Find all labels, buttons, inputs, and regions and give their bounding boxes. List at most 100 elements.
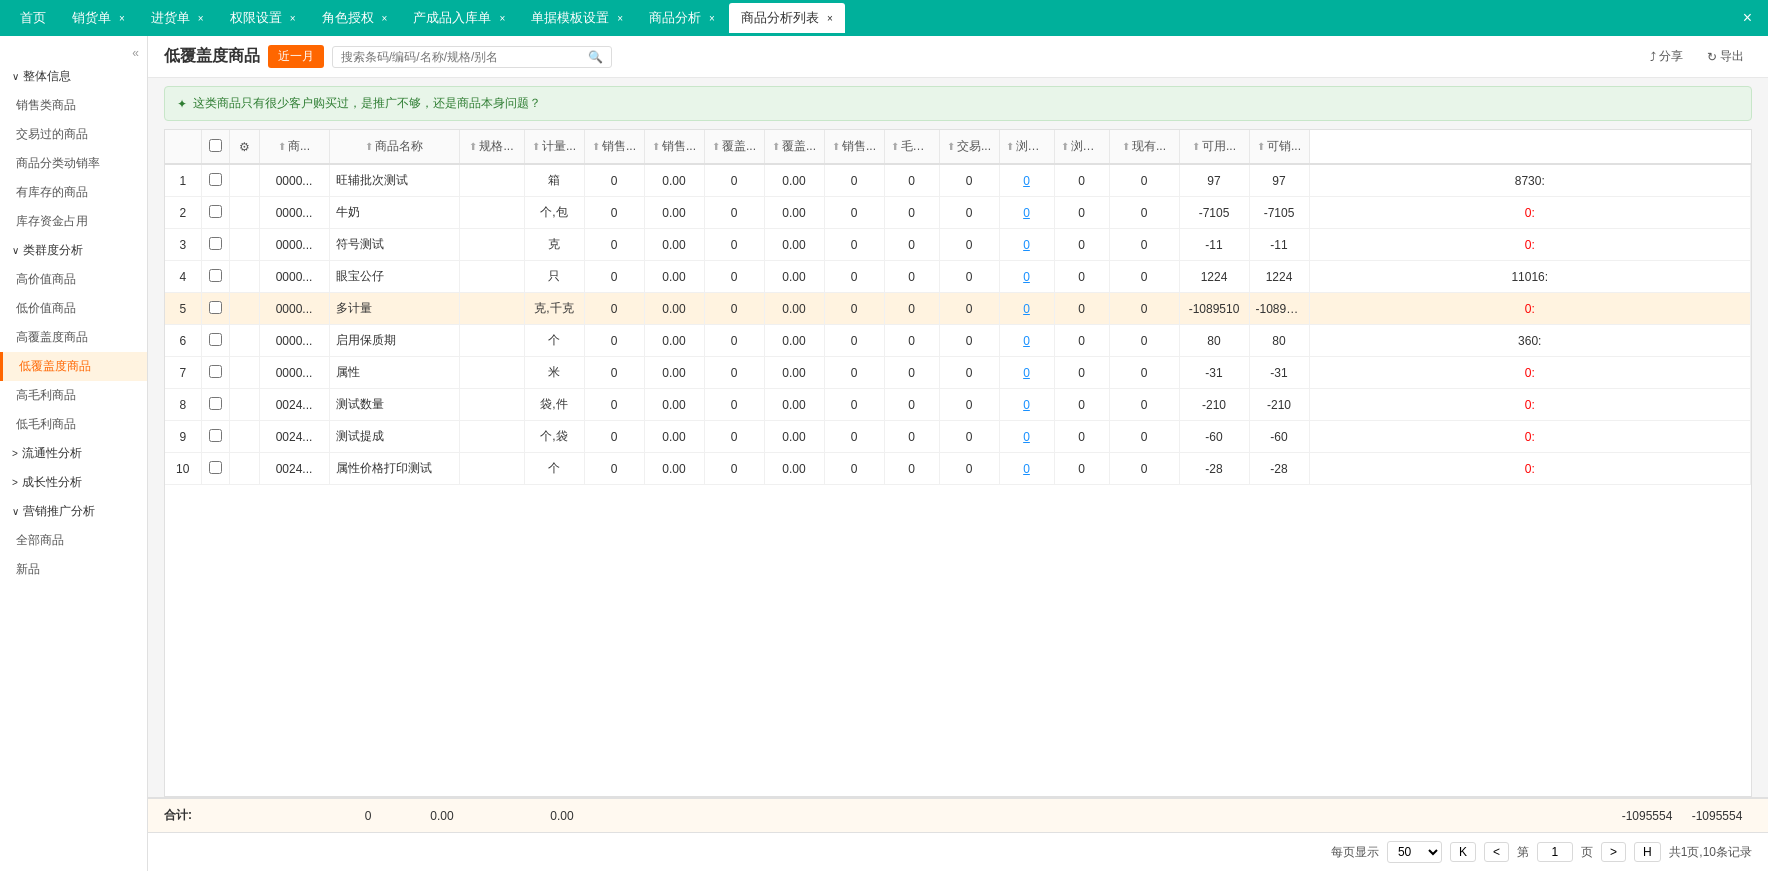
table-row: 10000...旺辅批次测试箱00.0000.0000000097978730: <box>165 164 1751 197</box>
close-icon[interactable]: × <box>709 13 715 24</box>
sidebar-section-overall[interactable]: ∨ 整体信息 <box>0 62 147 91</box>
nav-item-roles[interactable]: 角色授权 × <box>310 3 400 33</box>
row-checkbox[interactable] <box>209 333 222 346</box>
total-available: -1095554 <box>1682 809 1752 823</box>
page-size-label: 每页显示 <box>1331 844 1379 861</box>
next-page-button[interactable]: > <box>1601 842 1626 862</box>
current-page-label: 第 <box>1517 844 1529 861</box>
table-row: 40000...眼宝公仔只00.0000.0000000012241224110… <box>165 261 1751 293</box>
close-all-button[interactable]: × <box>1735 5 1760 31</box>
col-available[interactable]: ⬆可用... <box>1179 130 1249 164</box>
pagination-bar: 每页显示 50 20 100 K < 第 页 > H 共1页,10条记录 <box>148 832 1768 871</box>
chevron-right-icon: > <box>12 477 18 488</box>
sidebar: « ∨ 整体信息 销售类商品 交易过的商品 商品分类动销率 有库存的商品 库存资… <box>0 36 148 871</box>
col-coverage2[interactable]: ⬆覆盖... <box>764 130 824 164</box>
sidebar-section-cluster[interactable]: ∨ 类群度分析 <box>0 236 147 265</box>
nav-item-product-analysis[interactable]: 商品分析 × <box>637 3 727 33</box>
close-icon[interactable]: × <box>382 13 388 24</box>
total-sales-amt: 0.00 <box>412 809 472 823</box>
nav-item-permissions[interactable]: 权限设置 × <box>218 3 308 33</box>
total-coverage: 0.00 <box>532 809 592 823</box>
col-num <box>165 130 201 164</box>
page-size-select[interactable]: 50 20 100 <box>1387 841 1442 863</box>
row-checkbox[interactable] <box>209 237 222 250</box>
row-checkbox[interactable] <box>209 365 222 378</box>
nav-item-home[interactable]: 首页 <box>8 3 58 33</box>
time-filter-button[interactable]: 近一月 <box>268 45 324 68</box>
page-title: 低覆盖度商品 <box>164 46 260 67</box>
row-checkbox[interactable] <box>209 301 222 314</box>
sidebar-item-inventory-capital[interactable]: 库存资金占用 <box>0 207 147 236</box>
row-checkbox[interactable] <box>209 269 222 282</box>
page-header: 低覆盖度商品 近一月 🔍 ⤴ 分享 ↻ 导出 <box>148 36 1768 78</box>
page-input[interactable] <box>1537 842 1573 862</box>
col-sales-qty[interactable]: ⬆销售... <box>584 130 644 164</box>
row-checkbox[interactable] <box>209 173 222 186</box>
sidebar-item-high-coverage[interactable]: 高覆盖度商品 <box>0 323 147 352</box>
col-coverage1[interactable]: ⬆覆盖... <box>704 130 764 164</box>
sidebar-item-low-coverage[interactable]: 低覆盖度商品 <box>0 352 147 381</box>
nav-item-product-analysis-list[interactable]: 商品分析列表 × <box>729 3 845 33</box>
close-icon[interactable]: × <box>827 13 833 24</box>
chevron-down-icon: ∨ <box>12 71 19 82</box>
select-all-checkbox[interactable] <box>209 139 222 152</box>
row-checkbox[interactable] <box>209 429 222 442</box>
info-icon: ✦ <box>177 97 187 111</box>
col-settings[interactable]: ⚙ <box>229 130 259 164</box>
prev-page-button[interactable]: < <box>1484 842 1509 862</box>
col-sales-amt[interactable]: ⬆销售... <box>644 130 704 164</box>
sidebar-item-category-sales-rate[interactable]: 商品分类动销率 <box>0 149 147 178</box>
col-sellable[interactable]: ⬆可销... <box>1249 130 1309 164</box>
col-gross-rate[interactable]: ⬆毛利率 <box>884 130 939 164</box>
col-id[interactable]: ⬆商... <box>259 130 329 164</box>
close-icon[interactable]: × <box>499 13 505 24</box>
sidebar-section-growth[interactable]: > 成长性分析 <box>0 468 147 497</box>
table-row: 60000...启用保质期个00.0000.000000008080360: <box>165 325 1751 357</box>
sidebar-item-high-margin[interactable]: 高毛利商品 <box>0 381 147 410</box>
col-sales2[interactable]: ⬆销售... <box>824 130 884 164</box>
sidebar-item-low-margin[interactable]: 低毛利商品 <box>0 410 147 439</box>
nav-item-template[interactable]: 单据模板设置 × <box>519 3 635 33</box>
sidebar-item-in-stock-products[interactable]: 有库存的商品 <box>0 178 147 207</box>
table-row: 50000...多计量克,千克00.0000.00000000-1089510-… <box>165 293 1751 325</box>
nav-item-sales[interactable]: 销货单 × <box>60 3 137 33</box>
col-browse2[interactable]: ⬆浏览... <box>1054 130 1109 164</box>
nav-item-purchase[interactable]: 进货单 × <box>139 3 216 33</box>
col-name[interactable]: ⬆商品名称 <box>329 130 459 164</box>
chevron-right-icon: > <box>12 448 18 459</box>
total-current: -1095554 <box>1612 809 1682 823</box>
chevron-down-icon: ∨ <box>12 506 19 517</box>
close-icon[interactable]: × <box>617 13 623 24</box>
col-browse1[interactable]: ⬆浏览... <box>999 130 1054 164</box>
col-spec[interactable]: ⬆规格... <box>459 130 524 164</box>
sidebar-section-marketing[interactable]: ∨ 营销推广分析 <box>0 497 147 526</box>
last-page-button[interactable]: H <box>1634 842 1661 862</box>
col-current[interactable]: ⬆现有... <box>1109 130 1179 164</box>
sidebar-section-liquidity[interactable]: > 流通性分析 <box>0 439 147 468</box>
share-button[interactable]: ⤴ 分享 <box>1642 44 1691 69</box>
row-checkbox[interactable] <box>209 461 222 474</box>
sidebar-collapse-button[interactable]: « <box>0 44 147 62</box>
col-unit[interactable]: ⬆计量... <box>524 130 584 164</box>
sidebar-item-high-value[interactable]: 高价值商品 <box>0 265 147 294</box>
table-row: 70000...属性米00.0000.00000000-31-310: <box>165 357 1751 389</box>
close-icon[interactable]: × <box>290 13 296 24</box>
sidebar-item-traded-products[interactable]: 交易过的商品 <box>0 120 147 149</box>
sidebar-item-all-products[interactable]: 全部商品 <box>0 526 147 555</box>
first-page-button[interactable]: K <box>1450 842 1476 862</box>
nav-item-product-warehouse[interactable]: 产成品入库单 × <box>401 3 517 33</box>
sidebar-item-sales-products[interactable]: 销售类商品 <box>0 91 147 120</box>
table-row: 100024...属性价格打印测试个00.0000.00000000-28-28… <box>165 453 1751 485</box>
row-checkbox[interactable] <box>209 205 222 218</box>
export-button[interactable]: ↻ 导出 <box>1699 44 1752 69</box>
close-icon[interactable]: × <box>119 13 125 24</box>
search-input[interactable] <box>341 50 584 64</box>
sidebar-item-low-value[interactable]: 低价值商品 <box>0 294 147 323</box>
row-checkbox[interactable] <box>209 397 222 410</box>
table-row: 30000...符号测试克00.0000.00000000-11-110: <box>165 229 1751 261</box>
sidebar-item-new-products[interactable]: 新品 <box>0 555 147 584</box>
col-trade[interactable]: ⬆交易... <box>939 130 999 164</box>
search-icon[interactable]: 🔍 <box>588 50 603 64</box>
close-icon[interactable]: × <box>198 13 204 24</box>
col-check[interactable] <box>201 130 229 164</box>
